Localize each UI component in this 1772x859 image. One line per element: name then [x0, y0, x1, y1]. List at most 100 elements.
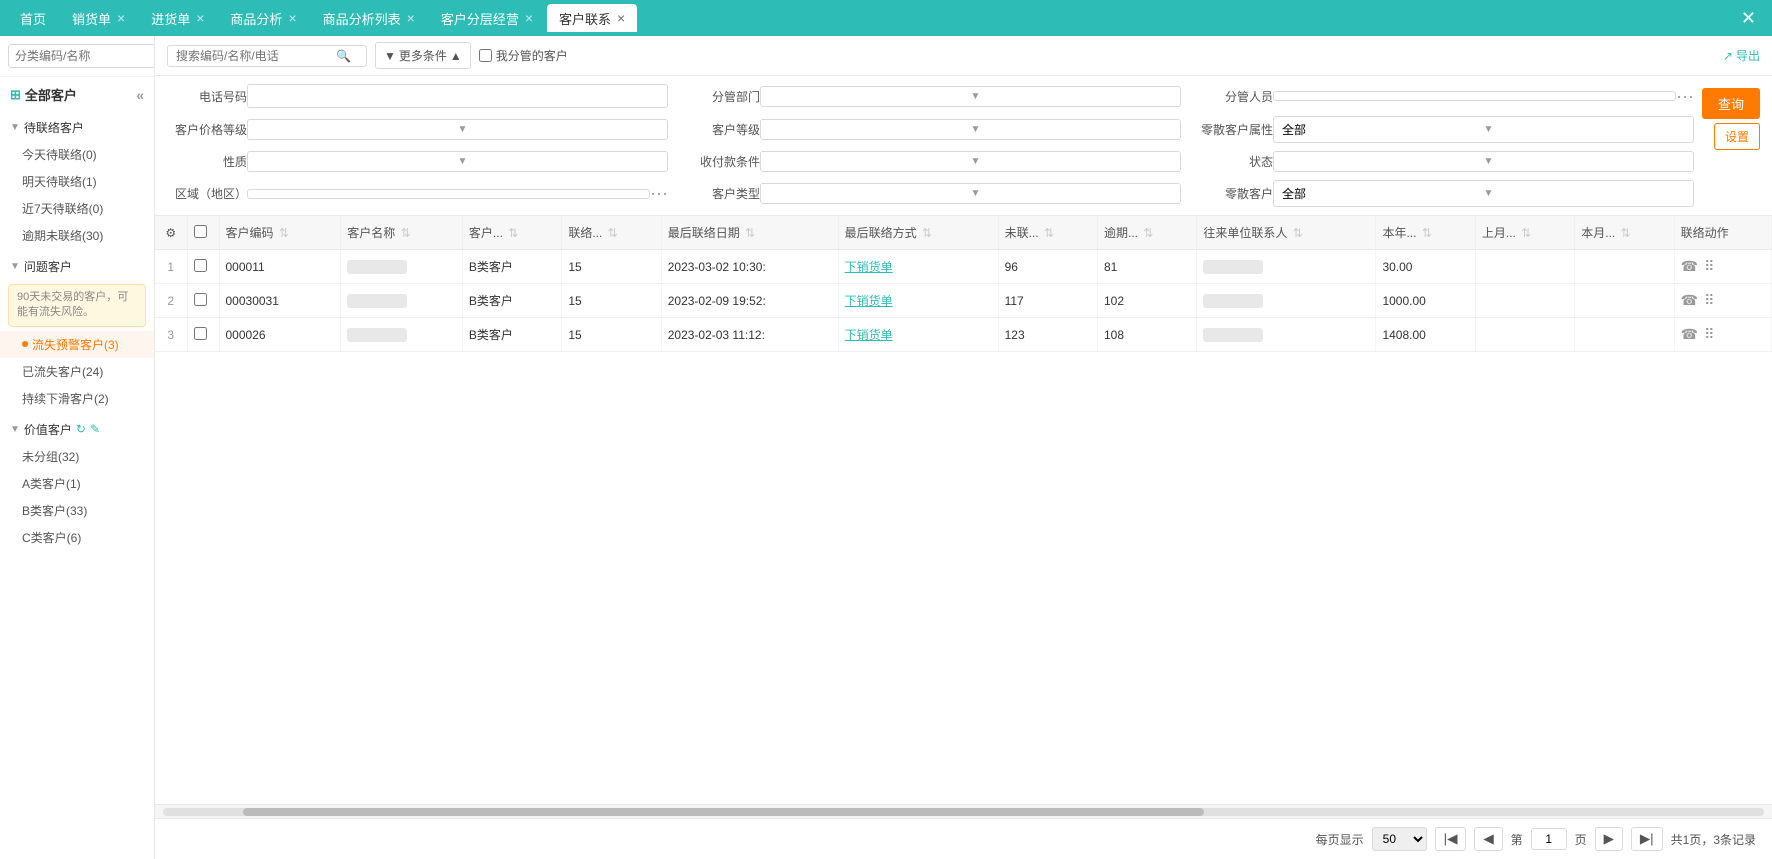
row-contact-icon-0[interactable]: ☎ [1681, 258, 1698, 275]
refresh-icon[interactable]: ↻ [76, 422, 86, 436]
sidebar-item-ungrouped[interactable]: 未分组(32) [0, 443, 154, 470]
horizontal-scrollbar[interactable] [155, 804, 1772, 818]
row-more-icon-1[interactable]: ⠿ [1704, 292, 1714, 309]
row-contact-icon-1[interactable]: ☎ [1681, 292, 1698, 309]
sidebar-group-value-title[interactable]: ▼ 价值客户 ↻ ✎ [0, 416, 154, 443]
first-page-btn[interactable]: |◀ [1435, 827, 1467, 851]
table-header-last-month[interactable]: 上月... ⇅ [1475, 216, 1574, 250]
dept-select[interactable]: ▼ [760, 86, 1181, 107]
tab-close-customer-tier[interactable]: × [525, 10, 533, 26]
sort-year-icon: ⇅ [1422, 226, 1432, 240]
zero-attr-select[interactable]: 全部 ▼ [1273, 116, 1694, 143]
tab-close-purchase[interactable]: × [196, 10, 204, 26]
last-page-btn[interactable]: ▶| [1631, 827, 1663, 851]
table-header-overdue[interactable]: 逾期... ⇅ [1098, 216, 1197, 250]
sidebar-group-pending-title[interactable]: ▼ 待联络客户 [0, 114, 154, 141]
edit-icon[interactable]: ✎ [90, 422, 100, 436]
customer-type-select[interactable]: ▼ [760, 183, 1181, 204]
table-header-last-date[interactable]: 最后联络日期 ⇅ [661, 216, 838, 250]
sidebar-search-input[interactable] [8, 44, 155, 68]
tab-customer-tier[interactable]: 客户分层经营 × [429, 4, 545, 32]
row-num-2: 3 [155, 318, 187, 352]
sidebar-group-problem-title[interactable]: ▼ 问题客户 [0, 253, 154, 280]
tab-sales[interactable]: 销货单 × [60, 4, 137, 32]
manager-more-icon[interactable]: ··· [1676, 86, 1694, 107]
page-number-input[interactable] [1531, 828, 1567, 850]
zero-customer-select[interactable]: 全部 ▼ [1273, 180, 1694, 207]
tab-product-analysis[interactable]: 商品分析 × [218, 4, 308, 32]
table-header-this-month[interactable]: 本月... ⇅ [1575, 216, 1674, 250]
table-header-type[interactable]: 客户... ⇅ [462, 216, 561, 250]
tab-customer-contact[interactable]: 客户联系 × [547, 4, 637, 32]
table-header-uncontact[interactable]: 未联... ⇅ [998, 216, 1097, 250]
table-header-contact-count[interactable]: 联络... ⇅ [562, 216, 661, 250]
sidebar-item-churn-warning[interactable]: 流失预警客户(3) [0, 331, 154, 358]
sidebar-item-tomorrow-pending[interactable]: 明天待联络(1) [0, 168, 154, 195]
next-page-btn[interactable]: ▶ [1595, 827, 1623, 851]
sidebar-item-7days-pending[interactable]: 近7天待联络(0) [0, 195, 154, 222]
row-checkbox-0[interactable] [187, 250, 219, 284]
tab-product-analysis-list[interactable]: 商品分析列表 × [311, 4, 427, 32]
scrollbar-thumb[interactable] [243, 808, 1204, 816]
tab-home[interactable]: 首页 [8, 4, 58, 32]
select-all-checkbox[interactable] [194, 225, 207, 238]
table-header-code[interactable]: 客户编码 ⇅ [219, 216, 341, 250]
more-conditions-btn[interactable]: ▼ 更多条件 ▲ [375, 42, 471, 69]
table-header-this-year[interactable]: 本年... ⇅ [1376, 216, 1475, 250]
sidebar-all-customers[interactable]: ⊞ 全部客户 « [0, 77, 154, 112]
sidebar-item-declining[interactable]: 持续下滑客户(2) [0, 385, 154, 412]
tab-close-customer-contact[interactable]: × [617, 10, 625, 26]
phone-input[interactable] [247, 84, 668, 108]
row-contact-icon-2[interactable]: ☎ [1681, 326, 1698, 343]
payment-select[interactable]: ▼ [760, 151, 1181, 172]
sidebar-item-grade-a[interactable]: A类客户(1) [0, 470, 154, 497]
row-method-link-1[interactable]: 下销货单 [845, 294, 893, 308]
row-method-link-0[interactable]: 下销货单 [845, 260, 893, 274]
nature-select[interactable]: ▼ [247, 151, 668, 172]
row-overdue-1: 102 [1098, 284, 1197, 318]
query-button[interactable]: 查询 [1702, 88, 1760, 119]
tab-purchase[interactable]: 进货单 × [139, 4, 216, 32]
row-type-0: B类客户 [462, 250, 561, 284]
grade-select[interactable]: ▼ [760, 119, 1181, 140]
prev-page-btn[interactable]: ◀ [1474, 827, 1502, 851]
region-label: 区域（地区） [167, 185, 247, 202]
sidebar-item-grade-b[interactable]: B类客户(33) [0, 497, 154, 524]
row-select-2[interactable] [194, 327, 207, 340]
page-size-select[interactable]: 50 100 200 [1372, 827, 1427, 851]
sidebar-item-already-churned[interactable]: 已流失客户(24) [0, 358, 154, 385]
row-select-0[interactable] [194, 259, 207, 272]
table-header-settings[interactable]: ⚙ [155, 216, 187, 250]
my-customers-checkbox-label[interactable]: 我分管的客户 [479, 47, 568, 64]
table-header-last-method[interactable]: 最后联络方式 ⇅ [838, 216, 998, 250]
toolbar-search-icon[interactable]: 🔍 [336, 49, 351, 63]
tab-close-sales[interactable]: × [117, 10, 125, 26]
row-checkbox-1[interactable] [187, 284, 219, 318]
row-method-link-2[interactable]: 下销货单 [845, 328, 893, 342]
export-btn[interactable]: ↗ 导出 [1723, 47, 1760, 64]
sidebar-item-grade-c[interactable]: C类客户(6) [0, 524, 154, 551]
tab-close-product-analysis[interactable]: × [288, 10, 296, 26]
row-checkbox-2[interactable] [187, 318, 219, 352]
chevron-pg-icon: ▼ [458, 124, 660, 135]
price-grade-select[interactable]: ▼ [247, 119, 668, 140]
status-select[interactable]: ▼ [1273, 151, 1694, 172]
sort-month-icon: ⇅ [1621, 226, 1631, 240]
sidebar-collapse-icon[interactable]: « [136, 87, 144, 103]
my-customers-checkbox[interactable] [479, 49, 492, 62]
payment-label: 收付款条件 [680, 153, 760, 170]
settings-button[interactable]: 设置 [1714, 123, 1760, 150]
row-more-icon-0[interactable]: ⠿ [1704, 258, 1714, 275]
manager-select[interactable] [1273, 91, 1676, 101]
window-close-button[interactable]: ✕ [1733, 8, 1764, 29]
tab-close-product-analysis-list[interactable]: × [407, 10, 415, 26]
sidebar-item-today-pending[interactable]: 今天待联络(0) [0, 141, 154, 168]
table-header-unit-contact[interactable]: 往来单位联系人 ⇅ [1197, 216, 1376, 250]
region-select[interactable] [247, 189, 650, 199]
region-more-icon[interactable]: ··· [650, 183, 668, 204]
table-header-name[interactable]: 客户名称 ⇅ [341, 216, 463, 250]
row-select-1[interactable] [194, 293, 207, 306]
sidebar-item-overdue-pending[interactable]: 逾期未联络(30) [0, 222, 154, 249]
toolbar-search-input[interactable] [176, 49, 336, 63]
row-more-icon-2[interactable]: ⠿ [1704, 326, 1714, 343]
